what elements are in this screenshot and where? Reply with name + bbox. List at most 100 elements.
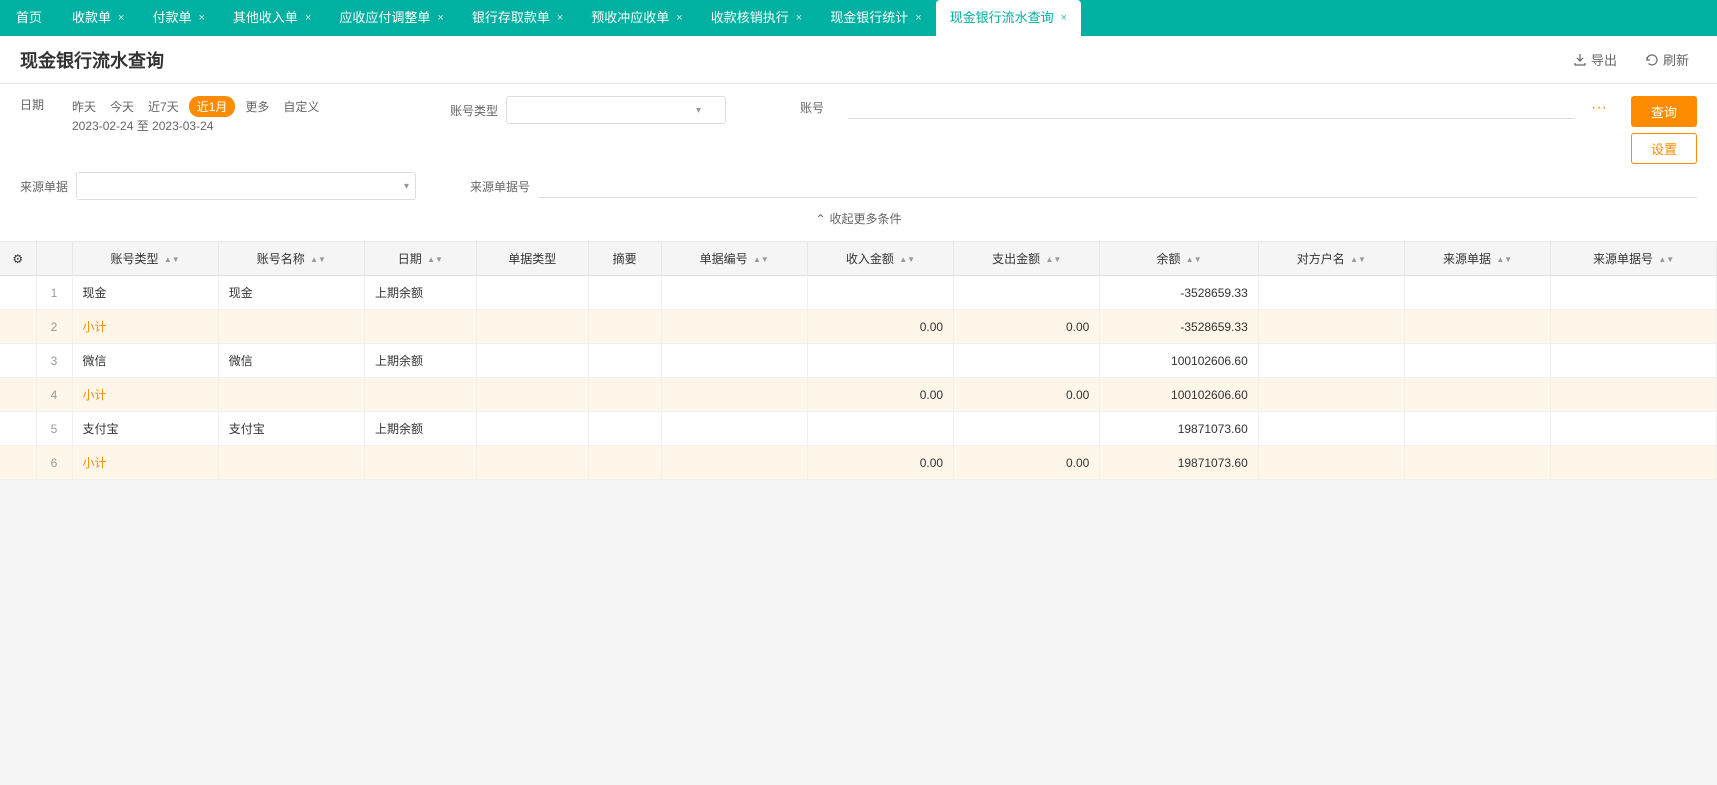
nav-home[interactable]: 首页: [0, 0, 58, 36]
table-container: ⚙ 账号类型 ▲▼ 账号名称 ▲▼ 日期 ▲▼ 单据类型 摘要 单据编号: [0, 242, 1717, 480]
cell-balance: 19871073.60: [1100, 446, 1258, 480]
date-1month[interactable]: 近1月: [189, 96, 236, 117]
th-settings[interactable]: ⚙: [0, 242, 36, 276]
query-button[interactable]: 查询: [1631, 96, 1697, 127]
close-tab-4-icon[interactable]: ×: [557, 0, 563, 36]
source-doc-select[interactable]: ▾: [76, 172, 416, 200]
th-account-type[interactable]: 账号类型 ▲▼: [72, 242, 218, 276]
cell-source-doc-no: [1551, 310, 1717, 344]
nav-tab-5[interactable]: 预收冲应收单 ×: [577, 0, 696, 36]
date-range: 2023-02-24 至 2023-03-24: [72, 117, 323, 134]
close-tab-1-icon[interactable]: ×: [198, 0, 204, 36]
cell-doc-no: [661, 344, 807, 378]
table-row: 1现金现金上期余额-3528659.33: [0, 276, 1717, 310]
cell-income: 0.00: [807, 310, 953, 344]
nav-tab-8[interactable]: 现金银行流水查询 ×: [936, 0, 1081, 36]
account-dots-button[interactable]: ···: [1583, 99, 1615, 117]
date-yesterday[interactable]: 昨天: [68, 96, 100, 117]
th-doc-no[interactable]: 单据编号 ▲▼: [661, 242, 807, 276]
cell-balance: 100102606.60: [1100, 344, 1258, 378]
th-date[interactable]: 日期 ▲▼: [364, 242, 476, 276]
cell-summary: [588, 344, 661, 378]
cell-settings: [0, 344, 36, 378]
cell-balance: -3528659.33: [1100, 310, 1258, 344]
close-tab-7-icon[interactable]: ×: [915, 0, 921, 36]
account-type-label: 账号类型: [450, 102, 498, 119]
cell-source-doc: [1404, 378, 1550, 412]
close-tab-3-icon[interactable]: ×: [437, 0, 443, 36]
cell-expense: 0.00: [954, 310, 1100, 344]
cell-doc-no: [661, 446, 807, 480]
cell-no: 3: [36, 344, 72, 378]
date-more[interactable]: 更多: [241, 96, 273, 117]
export-button[interactable]: 导出: [1565, 46, 1625, 73]
date-custom[interactable]: 自定义: [279, 96, 323, 117]
cell-doc-type: [476, 344, 588, 378]
cell-no: 5: [36, 412, 72, 446]
cell-source-doc: [1404, 344, 1550, 378]
nav-tab-4[interactable]: 银行存取款单 ×: [458, 0, 577, 36]
close-tab-2-icon[interactable]: ×: [305, 0, 311, 36]
cell-source-doc-no: [1551, 446, 1717, 480]
th-doc-type: 单据类型: [476, 242, 588, 276]
cell-counterparty: [1258, 310, 1404, 344]
close-tab-5-icon[interactable]: ×: [676, 0, 682, 36]
nav-tab-2[interactable]: 其他收入单 ×: [219, 0, 325, 36]
cell-balance: 100102606.60: [1100, 378, 1258, 412]
cell-balance: 19871073.60: [1100, 412, 1258, 446]
cell-no: 1: [36, 276, 72, 310]
cell-doc-type: [476, 276, 588, 310]
date-7days[interactable]: 近7天: [144, 96, 183, 117]
filter-area: 日期 昨天 今天 近7天 近1月 更多 自定义 2023-02-24 至 202…: [0, 84, 1717, 242]
cell-source-doc-no: [1551, 344, 1717, 378]
date-today[interactable]: 今天: [106, 96, 138, 117]
nav-tab-1[interactable]: 付款单 ×: [138, 0, 218, 36]
cell-summary: [588, 378, 661, 412]
th-source-doc-no[interactable]: 来源单据号 ▲▼: [1551, 242, 1717, 276]
th-source-doc[interactable]: 来源单据 ▲▼: [1404, 242, 1550, 276]
close-tab-6-icon[interactable]: ×: [796, 0, 802, 36]
th-account-name[interactable]: 账号名称 ▲▼: [218, 242, 364, 276]
date-shortcuts: 昨天 今天 近7天 近1月 更多 自定义: [68, 96, 323, 117]
collapse-button[interactable]: ⌃ 收起更多条件: [815, 210, 901, 227]
sort-expense-icon: ▲▼: [1045, 255, 1061, 264]
th-balance[interactable]: 余额 ▲▼: [1100, 242, 1258, 276]
sort-account-type-icon: ▲▼: [164, 255, 180, 264]
source-doc-no-label: 来源单据号: [470, 178, 530, 195]
cell-expense: 0.00: [954, 378, 1100, 412]
nav-tab-0[interactable]: 收款单 ×: [58, 0, 138, 36]
sort-income-icon: ▲▼: [899, 255, 915, 264]
cell-counterparty: [1258, 412, 1404, 446]
cell-summary: [588, 310, 661, 344]
close-tab-8-icon[interactable]: ×: [1061, 0, 1067, 36]
nav-tab-6[interactable]: 收款核销执行 ×: [697, 0, 816, 36]
table-row: 6小计0.000.0019871073.60: [0, 446, 1717, 480]
th-income[interactable]: 收入金额 ▲▼: [807, 242, 953, 276]
setting-button[interactable]: 设置: [1631, 133, 1697, 164]
th-expense[interactable]: 支出金额 ▲▼: [954, 242, 1100, 276]
cell-doc-type: [476, 310, 588, 344]
cell-source-doc: [1404, 412, 1550, 446]
account-input[interactable]: [848, 96, 1575, 118]
nav-tab-7[interactable]: 现金银行统计 ×: [816, 0, 935, 36]
table-row: 3微信微信上期余额100102606.60: [0, 344, 1717, 378]
cell-settings: [0, 276, 36, 310]
cell-account-name: 支付宝: [218, 412, 364, 446]
source-doc-no-input[interactable]: [538, 175, 1697, 197]
th-counterparty[interactable]: 对方户名 ▲▼: [1258, 242, 1404, 276]
table-row: 4小计0.000.00100102606.60: [0, 378, 1717, 412]
table-header-row: ⚙ 账号类型 ▲▼ 账号名称 ▲▼ 日期 ▲▼ 单据类型 摘要 单据编号: [0, 242, 1717, 276]
source-doc-input[interactable]: [77, 173, 404, 199]
cell-doc-type: [476, 446, 588, 480]
cell-summary: [588, 446, 661, 480]
cell-source-doc: [1404, 276, 1550, 310]
refresh-button[interactable]: 刷新: [1637, 46, 1697, 73]
account-type-select[interactable]: ▾: [506, 96, 726, 124]
close-tab-0-icon[interactable]: ×: [118, 0, 124, 36]
nav-tab-3[interactable]: 应收应付调整单 ×: [325, 0, 457, 36]
cell-source-doc-no: [1551, 276, 1717, 310]
data-table: ⚙ 账号类型 ▲▼ 账号名称 ▲▼ 日期 ▲▼ 单据类型 摘要 单据编号: [0, 242, 1717, 480]
cell-settings: [0, 412, 36, 446]
export-icon: [1573, 53, 1587, 67]
page-title: 现金银行流水查询: [20, 47, 164, 73]
